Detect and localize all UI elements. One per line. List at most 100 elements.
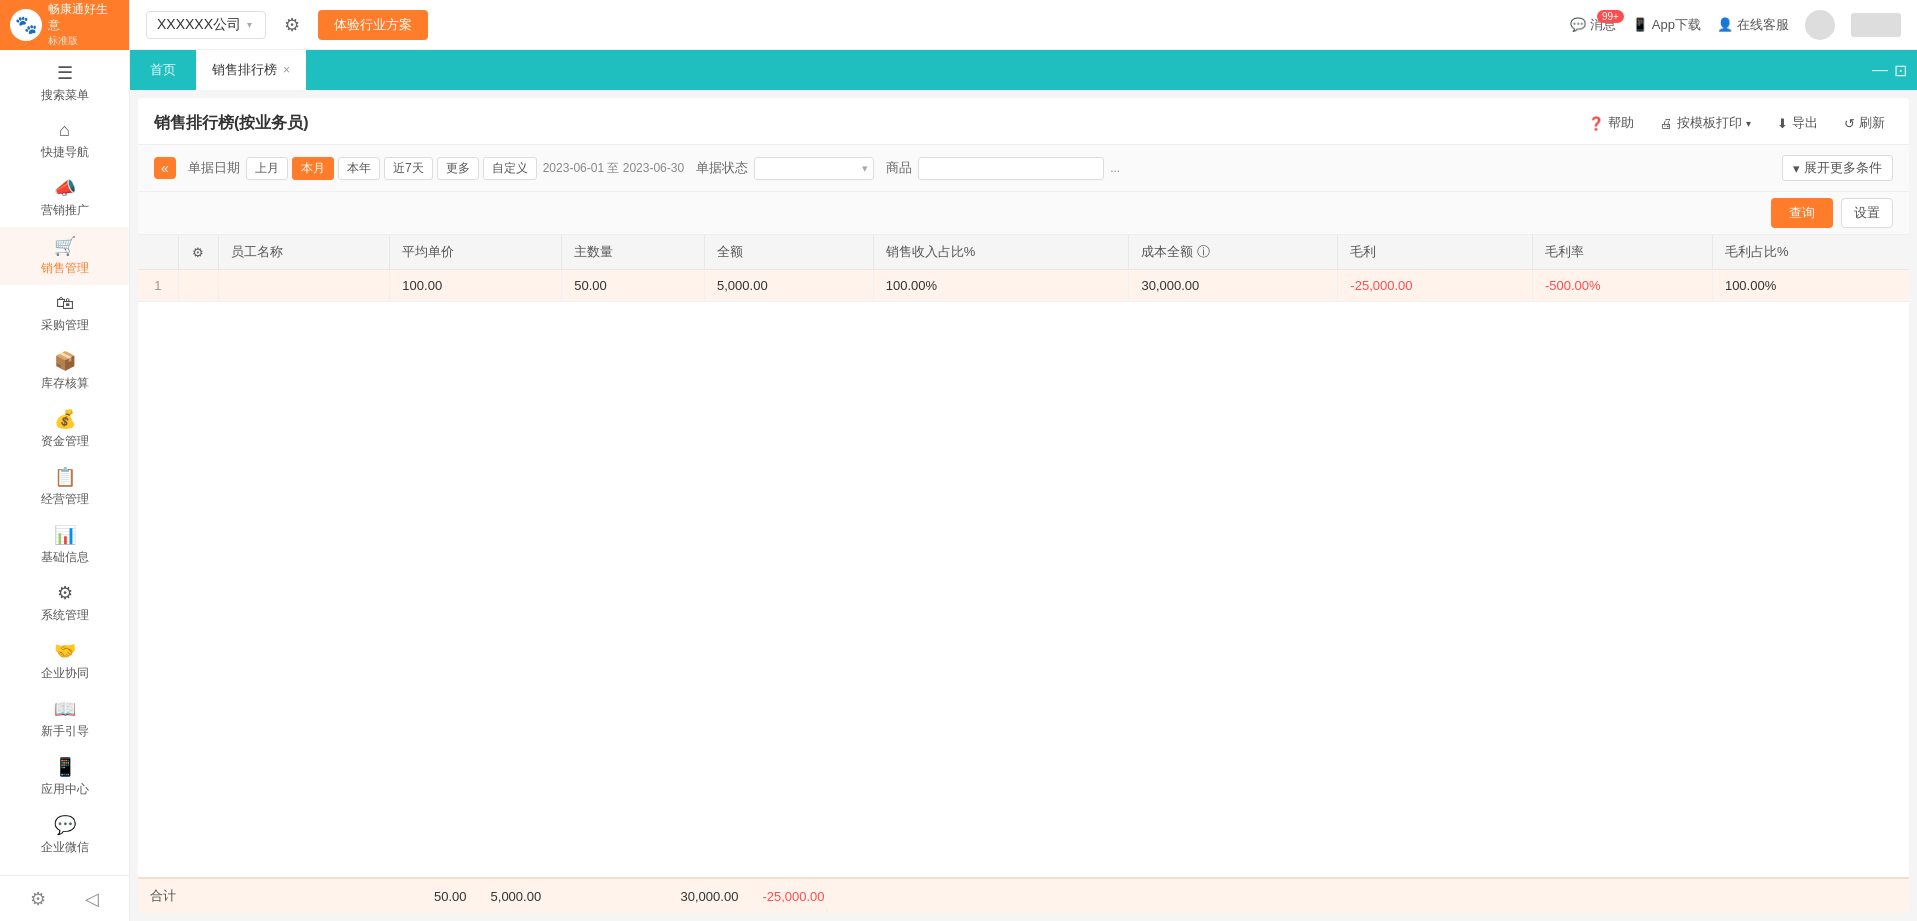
sidebar-item-finance[interactable]: 💰 资金管理	[0, 400, 129, 458]
filter-bar: « 单据日期 上月 本月 本年 近7天 更多 自定义 2023-06-01 至 …	[138, 145, 1909, 192]
date-prev-month-button[interactable]: 上月	[246, 157, 288, 180]
status-select[interactable]	[754, 157, 874, 180]
date-current-month-button[interactable]: 本月	[292, 157, 334, 180]
cell-name	[218, 270, 390, 302]
sidebar: 🐾 畅康通好生意 标准版 ☰ 搜索菜单 ⌂ 快捷导航 📣 营销推广 🛒 销售管理…	[0, 0, 130, 921]
cell-index: 1	[138, 270, 178, 302]
table-header: ⚙ 员工名称 平均单价 主数量 全额 销售收入占比% 成本全额 ⓘ 毛利 毛利率…	[138, 235, 1909, 270]
sales-icon: 🛒	[54, 235, 76, 257]
sidebar-item-vip[interactable]: V 畅会员	[0, 864, 129, 875]
sidebar-item-label: 资金管理	[41, 433, 89, 450]
sidebar-item-app-center[interactable]: 📱 应用中心	[0, 748, 129, 806]
company-selector[interactable]: XXXXXX公司 ▾	[146, 11, 266, 39]
export-button[interactable]: ⬇ 导出	[1769, 110, 1826, 136]
trial-button[interactable]: 体验行业方案	[318, 10, 428, 40]
purchase-icon: 🛍	[56, 293, 74, 314]
sidebar-item-label: 采购管理	[41, 317, 89, 334]
table-body: 1 100.00 50.00 5,000.00 100.00% 30,000.0…	[138, 270, 1909, 302]
sidebar-item-inventory[interactable]: 📦 库存核算	[0, 342, 129, 400]
date-custom-button[interactable]: 自定义	[483, 157, 537, 180]
refresh-button[interactable]: ↺ 刷新	[1836, 110, 1893, 136]
th-sales-pct: 销售收入占比%	[873, 235, 1129, 270]
header-row: ⚙ 员工名称 平均单价 主数量 全额 销售收入占比% 成本全额 ⓘ 毛利 毛利率…	[138, 235, 1909, 270]
cell-profit-pct: 100.00%	[1712, 270, 1909, 302]
help-button[interactable]: ❓ 帮助	[1580, 110, 1642, 136]
th-cost: 成本全额 ⓘ	[1129, 235, 1338, 270]
export-icon: ⬇	[1777, 116, 1788, 131]
sidebar-item-label: 营销推广	[41, 202, 89, 219]
settings-small-button[interactable]: 设置	[1841, 198, 1893, 228]
tab-minimize-icon[interactable]: —	[1872, 61, 1888, 79]
expand-icon: ▾	[1793, 161, 1800, 176]
settings-bottom-icon[interactable]: ⚙	[30, 888, 46, 910]
tab-sales-ranking[interactable]: 销售排行榜 ×	[196, 50, 306, 90]
date-filter-group: 单据日期 上月 本月 本年 近7天 更多 自定义 2023-06-01 至 20…	[188, 157, 684, 180]
refresh-icon: ↺	[1844, 116, 1855, 131]
gear-icon: ⚙	[284, 14, 300, 36]
sidebar-item-label: 企业微信	[41, 839, 89, 856]
th-avg-price: 平均单价	[390, 235, 562, 270]
cell-amount: 5,000.00	[705, 270, 874, 302]
message-badge: 99+	[1597, 10, 1624, 23]
sidebar-item-quick-nav[interactable]: ⌂ 快捷导航	[0, 112, 129, 169]
expand-label: 展开更多条件	[1804, 159, 1882, 177]
query-button[interactable]: 查询	[1771, 198, 1833, 228]
main-area: XXXXXX公司 ▾ ⚙ 体验行业方案 💬 消息 99+ 📱 App下载 👤 在…	[130, 0, 1917, 921]
finance-icon: 💰	[54, 408, 76, 430]
more-filter-icon[interactable]: ...	[1110, 161, 1120, 175]
th-profit: 毛利	[1338, 235, 1533, 270]
sidebar-item-operations[interactable]: 📋 经营管理	[0, 458, 129, 516]
date-more-button[interactable]: 更多	[437, 157, 479, 180]
service-icon: 👤	[1717, 17, 1733, 32]
expand-conditions-button[interactable]: ▾ 展开更多条件	[1782, 155, 1893, 181]
sidebar-item-purchase[interactable]: 🛍 采购管理	[0, 285, 129, 342]
collab-icon: 🤝	[54, 640, 76, 662]
sidebar-item-marketing[interactable]: 📣 营销推广	[0, 169, 129, 227]
status-filter-group: 单据状态	[696, 157, 874, 180]
sidebar-item-sales[interactable]: 🛒 销售管理	[0, 227, 129, 285]
date-7days-button[interactable]: 近7天	[384, 157, 433, 180]
footer-qty: 50.00	[422, 889, 479, 904]
cell-profit: -25,000.00	[1338, 270, 1533, 302]
goods-input[interactable]	[918, 157, 1104, 180]
tab-home[interactable]: 首页	[130, 50, 196, 90]
tab-close-icon[interactable]: ×	[283, 63, 290, 77]
topbar-settings-button[interactable]: ⚙	[276, 9, 308, 41]
logo-icon: 🐾	[10, 9, 42, 41]
sidebar-item-basic-info[interactable]: 📊 基础信息	[0, 516, 129, 574]
tabbar: 首页 销售排行榜 × — ⊡	[130, 50, 1917, 90]
tab-restore-icon[interactable]: ⊡	[1894, 61, 1907, 80]
cell-avg-price: 100.00	[390, 270, 562, 302]
filter-collapse-button[interactable]: «	[154, 157, 176, 179]
sidebar-item-wechat[interactable]: 💬 企业微信	[0, 806, 129, 864]
sidebar-item-label: 快捷导航	[41, 144, 89, 161]
online-service-label: 在线客服	[1737, 16, 1789, 34]
print-button[interactable]: 🖨 按模板打印 ▾	[1652, 110, 1759, 136]
column-settings-icon[interactable]: ⚙	[192, 245, 204, 260]
th-name: 员工名称	[218, 235, 390, 270]
basic-info-icon: 📊	[54, 524, 76, 546]
app-download-label: App下载	[1652, 16, 1701, 34]
collapse-sidebar-icon[interactable]: ◁	[85, 888, 99, 910]
print-dropdown-icon: ▾	[1746, 118, 1751, 129]
data-table: ⚙ 员工名称 平均单价 主数量 全额 销售收入占比% 成本全额 ⓘ 毛利 毛利率…	[138, 235, 1909, 302]
message-button[interactable]: 💬 消息 99+	[1570, 16, 1616, 34]
sidebar-item-search[interactable]: ☰ 搜索菜单	[0, 54, 129, 112]
company-dropdown-icon: ▾	[247, 19, 252, 30]
operations-icon: 📋	[54, 466, 76, 488]
th-index	[138, 235, 178, 270]
sidebar-item-enterprise-collab[interactable]: 🤝 企业协同	[0, 632, 129, 690]
search-menu-icon: ☰	[57, 62, 73, 84]
online-service-button[interactable]: 👤 在线客服	[1717, 16, 1789, 34]
inventory-icon: 📦	[54, 350, 76, 372]
footer-total-label: 合计	[150, 887, 202, 905]
app-download-button[interactable]: 📱 App下载	[1632, 16, 1701, 34]
date-year-button[interactable]: 本年	[338, 157, 380, 180]
sidebar-item-tutorial[interactable]: 📖 新手引导	[0, 690, 129, 748]
sidebar-item-system[interactable]: ⚙ 系统管理	[0, 574, 129, 632]
status-select-wrap	[754, 157, 874, 180]
date-filter-label: 单据日期	[188, 159, 240, 177]
download-icon: 📱	[1632, 17, 1648, 32]
user-avatar[interactable]	[1805, 10, 1835, 40]
sidebar-item-label: 系统管理	[41, 607, 89, 624]
